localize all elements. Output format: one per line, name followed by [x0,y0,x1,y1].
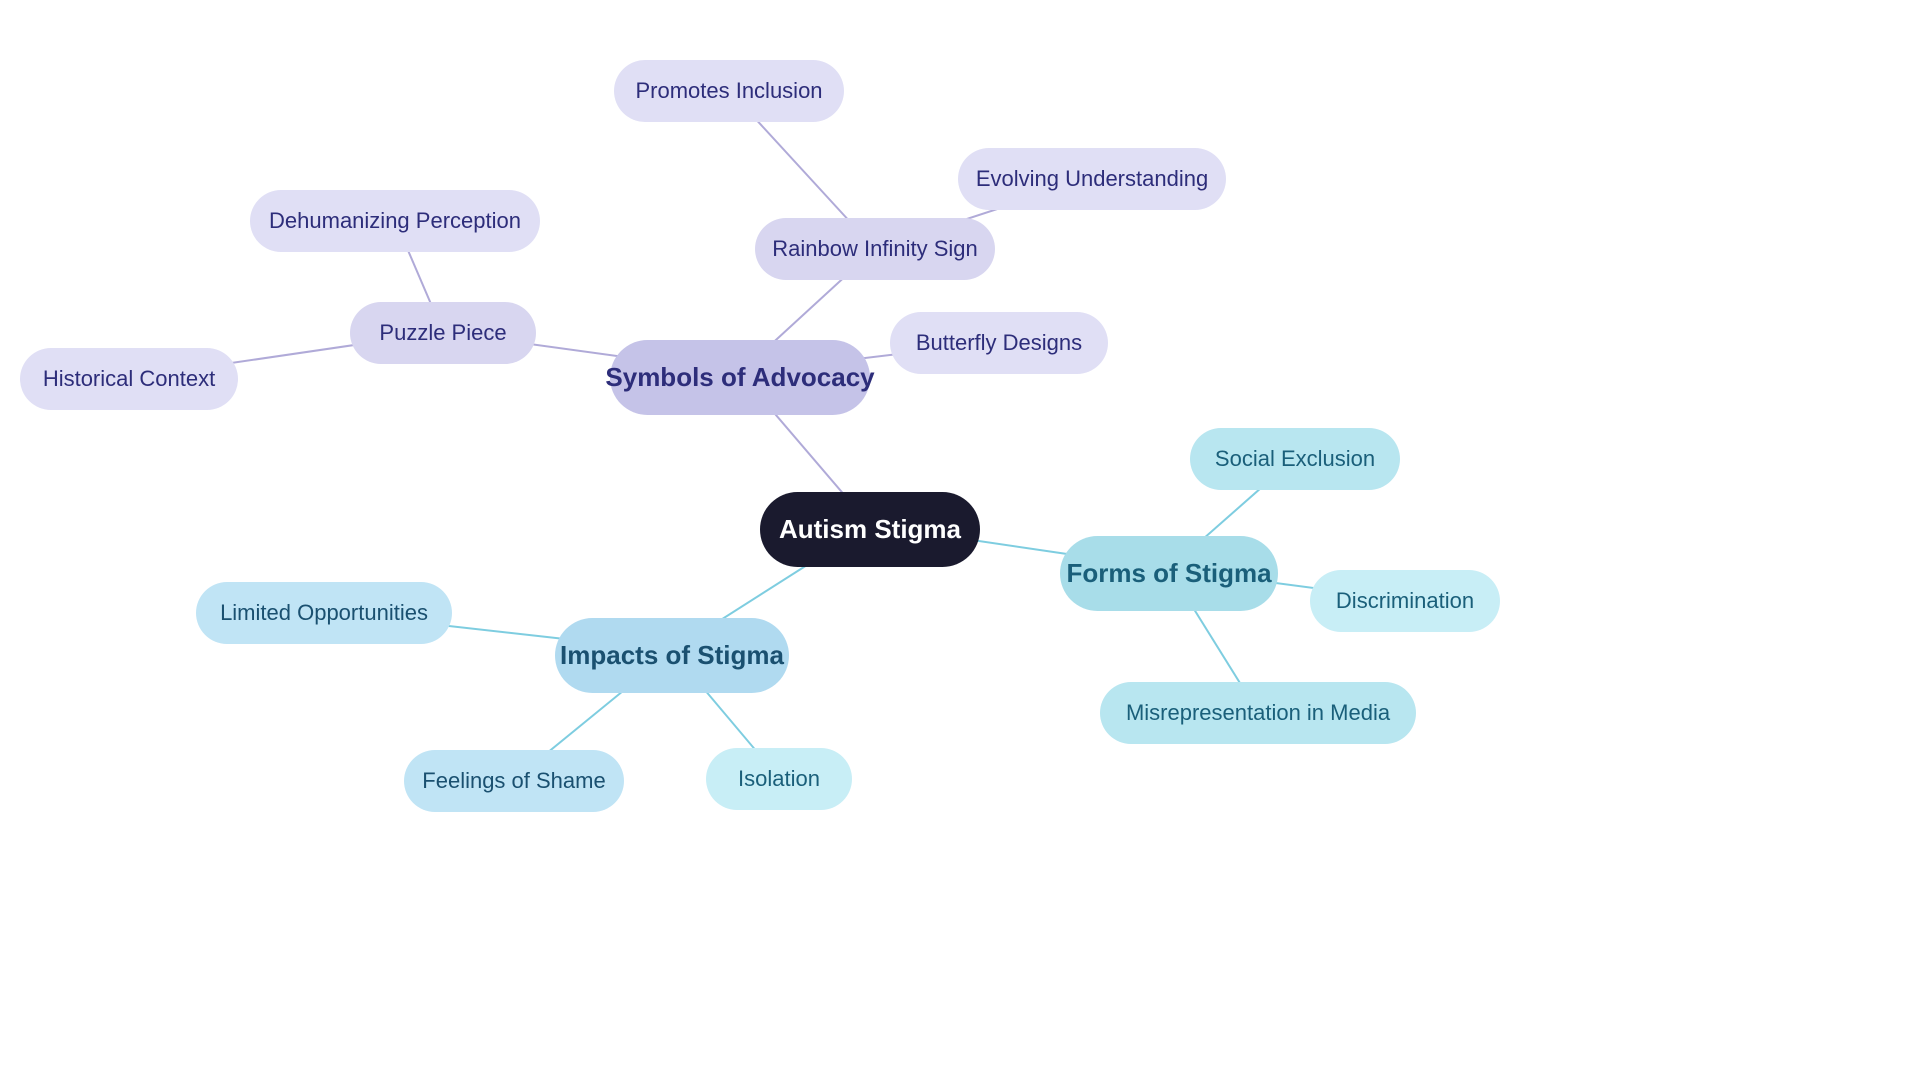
mindmap-container: Autism Stigma Symbols of Advocacy Promotes… [0,0,1920,1083]
node-center: Autism Stigma [760,492,980,567]
node-rainbow: Rainbow Infinity Sign [755,218,995,280]
node-limited: Limited Opportunities [196,582,452,644]
node-symbols: Symbols of Advocacy [610,340,870,415]
node-discrimination: Discrimination [1310,570,1500,632]
node-puzzle: Puzzle Piece [350,302,536,364]
node-promotes: Promotes Inclusion [614,60,844,122]
node-impacts: Impacts of Stigma [555,618,789,693]
node-social: Social Exclusion [1190,428,1400,490]
node-isolation: Isolation [706,748,852,810]
node-historical: Historical Context [20,348,238,410]
node-forms: Forms of Stigma [1060,536,1278,611]
node-misrepresentation: Misrepresentation in Media [1100,682,1416,744]
node-dehumanizing: Dehumanizing Perception [250,190,540,252]
node-evolving: Evolving Understanding [958,148,1226,210]
node-shame: Feelings of Shame [404,750,624,812]
node-butterfly: Butterfly Designs [890,312,1108,374]
